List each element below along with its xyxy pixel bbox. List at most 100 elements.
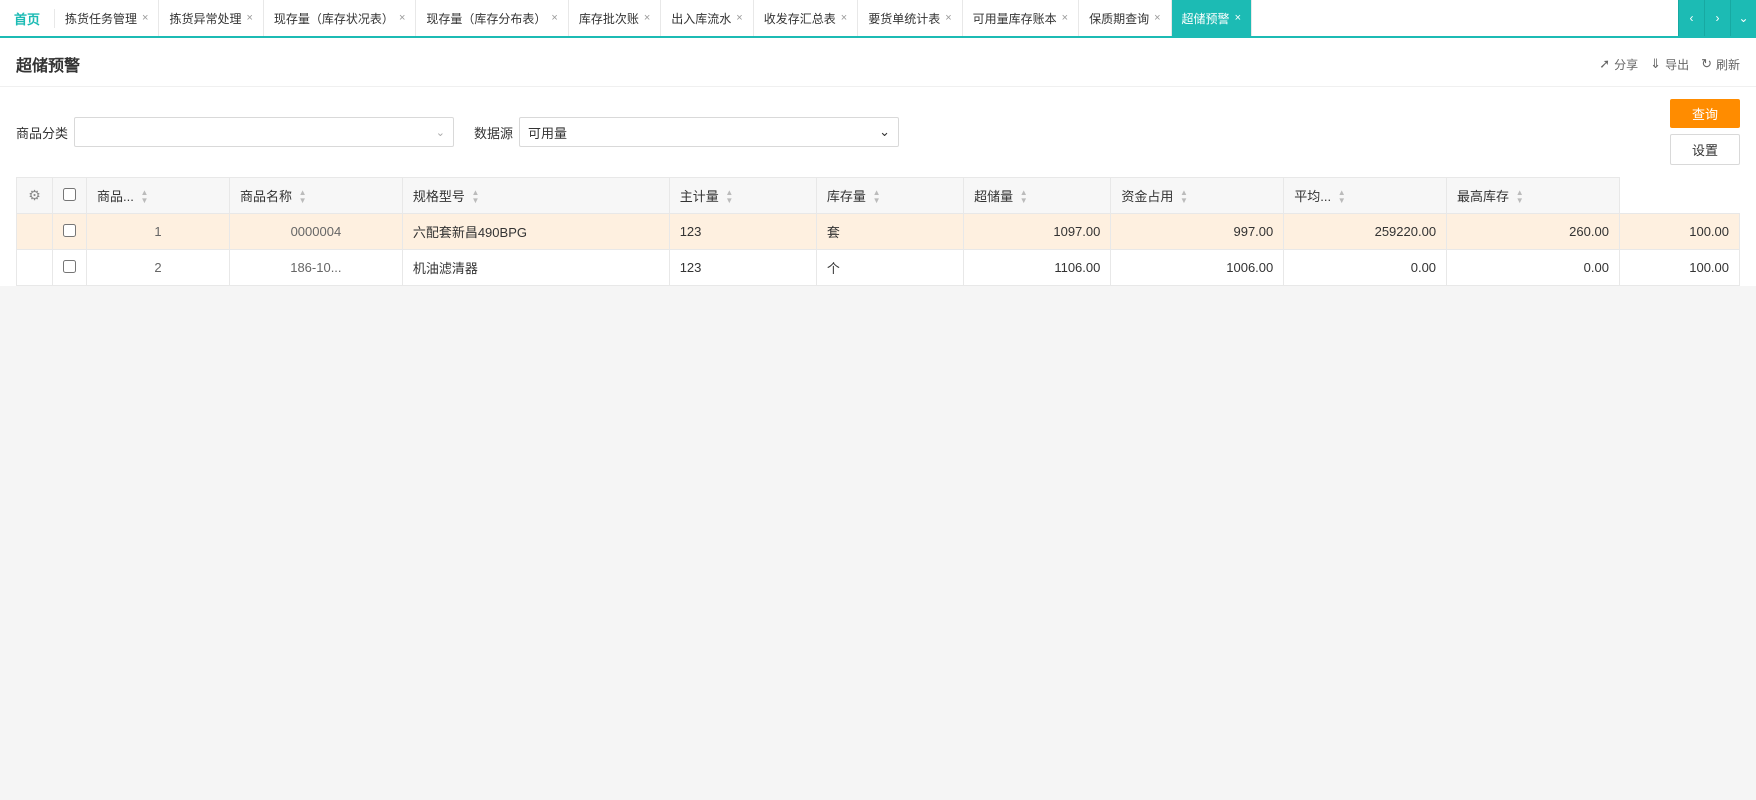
col-unit[interactable]: 主计量 ▲▼ [669, 178, 816, 214]
nav-tab-7[interactable]: 要货单统计表 × [858, 0, 962, 36]
col-overstock[interactable]: 超储量 ▲▼ [964, 178, 1111, 214]
row-capital-1: 0.00 [1284, 250, 1447, 286]
row-checkbox-0[interactable] [63, 224, 76, 237]
table-row: 10000004 六配套新昌490BPG 123 套 1097.00 997.0… [17, 214, 1740, 250]
datasource-select[interactable]: 可用量 ⌄ [519, 117, 899, 147]
category-select-arrow-icon: ⌄ [436, 126, 445, 139]
table-row: 2186-10... 机油滤清器 123 个 1106.00 1006.00 0… [17, 250, 1740, 286]
close-tab-3-icon[interactable]: × [551, 12, 557, 24]
header-actions: ➚ 分享 ⇓ 导出 ↻ 刷新 [1599, 56, 1740, 73]
page-header: 超储预警 ➚ 分享 ⇓ 导出 ↻ 刷新 [0, 38, 1756, 87]
row-spec-0: 123 [669, 214, 816, 250]
close-tab-6-icon[interactable]: × [841, 12, 847, 24]
data-table: ⚙ 商品... ▲▼ 商品名称 ▲▼ 规格型号 ▲▼ [16, 177, 1740, 286]
close-tab-0-icon[interactable]: × [142, 12, 148, 24]
close-tab-5-icon[interactable]: × [736, 12, 742, 24]
col-gear: ⚙ [17, 178, 53, 214]
row-unit-1: 个 [816, 250, 963, 286]
sort-icon-unit: ▲▼ [725, 189, 733, 205]
settings-button[interactable]: 设置 [1670, 134, 1740, 165]
table-header-row: ⚙ 商品... ▲▼ 商品名称 ▲▼ 规格型号 ▲▼ [17, 178, 1740, 214]
row-spec-1: 123 [669, 250, 816, 286]
row-product-code-0: 0000004 [229, 214, 402, 250]
col-product-name[interactable]: 商品名称 ▲▼ [229, 178, 402, 214]
table-wrapper: ⚙ 商品... ▲▼ 商品名称 ▲▼ 规格型号 ▲▼ [0, 177, 1756, 286]
filter-actions: 查询 设置 [1670, 99, 1740, 165]
row-checkbox-1[interactable] [63, 260, 76, 273]
sort-icon-overstock: ▲▼ [1020, 189, 1028, 205]
col-spec[interactable]: 规格型号 ▲▼ [402, 178, 669, 214]
query-button[interactable]: 查询 [1670, 99, 1740, 128]
datasource-filter: 数据源 可用量 ⌄ [474, 117, 899, 147]
col-product-code[interactable]: 商品... ▲▼ [87, 178, 230, 214]
sort-icon-product-code: ▲▼ [140, 189, 148, 205]
row-max-stock-0: 100.00 [1619, 214, 1739, 250]
share-button[interactable]: ➚ 分享 [1599, 56, 1638, 73]
row-overstock-1: 1006.00 [1111, 250, 1284, 286]
export-button[interactable]: ⇓ 导出 [1650, 56, 1689, 73]
nav-tab-10[interactable]: 超储预警 × [1172, 0, 1252, 36]
nav-home[interactable]: 首页 [0, 9, 55, 28]
sort-icon-stock: ▲▼ [873, 189, 881, 205]
refresh-button[interactable]: ↻ 刷新 [1701, 56, 1740, 73]
export-icon: ⇓ [1650, 56, 1661, 72]
nav-tab-1[interactable]: 拣货异常处理 × [159, 0, 263, 36]
datasource-select-arrow-icon: ⌄ [879, 124, 890, 140]
page-content: 超储预警 ➚ 分享 ⇓ 导出 ↻ 刷新 商品分类 ⌄ 数据源 [0, 38, 1756, 286]
sort-icon-spec: ▲▼ [471, 189, 479, 205]
col-checkbox[interactable] [53, 178, 87, 214]
close-tab-1-icon[interactable]: × [246, 12, 252, 24]
row-avg-1: 0.00 [1447, 250, 1620, 286]
col-max-stock[interactable]: 最高库存 ▲▼ [1447, 178, 1620, 214]
category-select[interactable]: ⌄ [74, 117, 454, 147]
row-num-1: 2 [87, 250, 230, 286]
col-capital[interactable]: 资金占用 ▲▼ [1111, 178, 1284, 214]
row-checkbox-cell-1[interactable] [53, 250, 87, 286]
category-label: 商品分类 [16, 123, 68, 142]
nav-tab-3[interactable]: 现存量（库存分布表） × [416, 0, 568, 36]
row-product-name-1: 机油滤清器 [402, 250, 669, 286]
row-overstock-0: 997.00 [1111, 214, 1284, 250]
row-checkbox-cell-0[interactable] [53, 214, 87, 250]
nav-menu-arrow[interactable]: ⌄ [1730, 0, 1756, 37]
col-stock[interactable]: 库存量 ▲▼ [816, 178, 963, 214]
nav-tab-2[interactable]: 现存量（库存状况表） × [264, 0, 416, 36]
row-gear-cell-0 [17, 214, 53, 250]
sort-icon-avg: ▲▼ [1338, 189, 1346, 205]
row-stock-0: 1097.00 [964, 214, 1111, 250]
nav-tab-5[interactable]: 出入库流水 × [661, 0, 753, 36]
nav-bar: 首页 拣货任务管理 × 拣货异常处理 × 现存量（库存状况表） × 现存量（库存… [0, 0, 1756, 38]
close-tab-4-icon[interactable]: × [644, 12, 650, 24]
close-tab-7-icon[interactable]: × [945, 12, 951, 24]
close-tab-9-icon[interactable]: × [1154, 12, 1160, 24]
sort-icon-capital: ▲▼ [1180, 189, 1188, 205]
filter-row: 商品分类 ⌄ 数据源 可用量 ⌄ 查询 设置 [0, 87, 1756, 177]
row-product-name-0: 六配套新昌490BPG [402, 214, 669, 250]
row-stock-1: 1106.00 [964, 250, 1111, 286]
nav-next-arrow[interactable]: › [1704, 0, 1730, 37]
col-avg[interactable]: 平均... ▲▼ [1284, 178, 1447, 214]
nav-tab-0[interactable]: 拣货任务管理 × [55, 0, 159, 36]
close-tab-8-icon[interactable]: × [1062, 12, 1068, 24]
nav-tab-6[interactable]: 收发存汇总表 × [754, 0, 858, 36]
close-tab-10-icon[interactable]: × [1235, 12, 1241, 24]
row-capital-0: 259220.00 [1284, 214, 1447, 250]
select-all-checkbox[interactable] [63, 188, 76, 201]
share-icon: ➚ [1599, 56, 1610, 72]
category-filter: 商品分类 ⌄ [16, 117, 454, 147]
sort-icon-max-stock: ▲▼ [1516, 189, 1524, 205]
refresh-icon: ↻ [1701, 56, 1712, 72]
row-max-stock-1: 100.00 [1619, 250, 1739, 286]
row-product-code-1: 186-10... [229, 250, 402, 286]
row-unit-0: 套 [816, 214, 963, 250]
datasource-label: 数据源 [474, 123, 513, 142]
nav-tab-9[interactable]: 保质期查询 × [1079, 0, 1171, 36]
gear-settings-icon[interactable]: ⚙ [28, 187, 41, 203]
nav-prev-arrow[interactable]: ‹ [1678, 0, 1704, 37]
datasource-select-value: 可用量 [528, 123, 567, 142]
page-title: 超储预警 [16, 52, 80, 76]
nav-tab-8[interactable]: 可用量库存账本 × [963, 0, 1079, 36]
nav-tab-4[interactable]: 库存批次账 × [569, 0, 661, 36]
row-num-0: 1 [87, 214, 230, 250]
close-tab-2-icon[interactable]: × [399, 12, 405, 24]
